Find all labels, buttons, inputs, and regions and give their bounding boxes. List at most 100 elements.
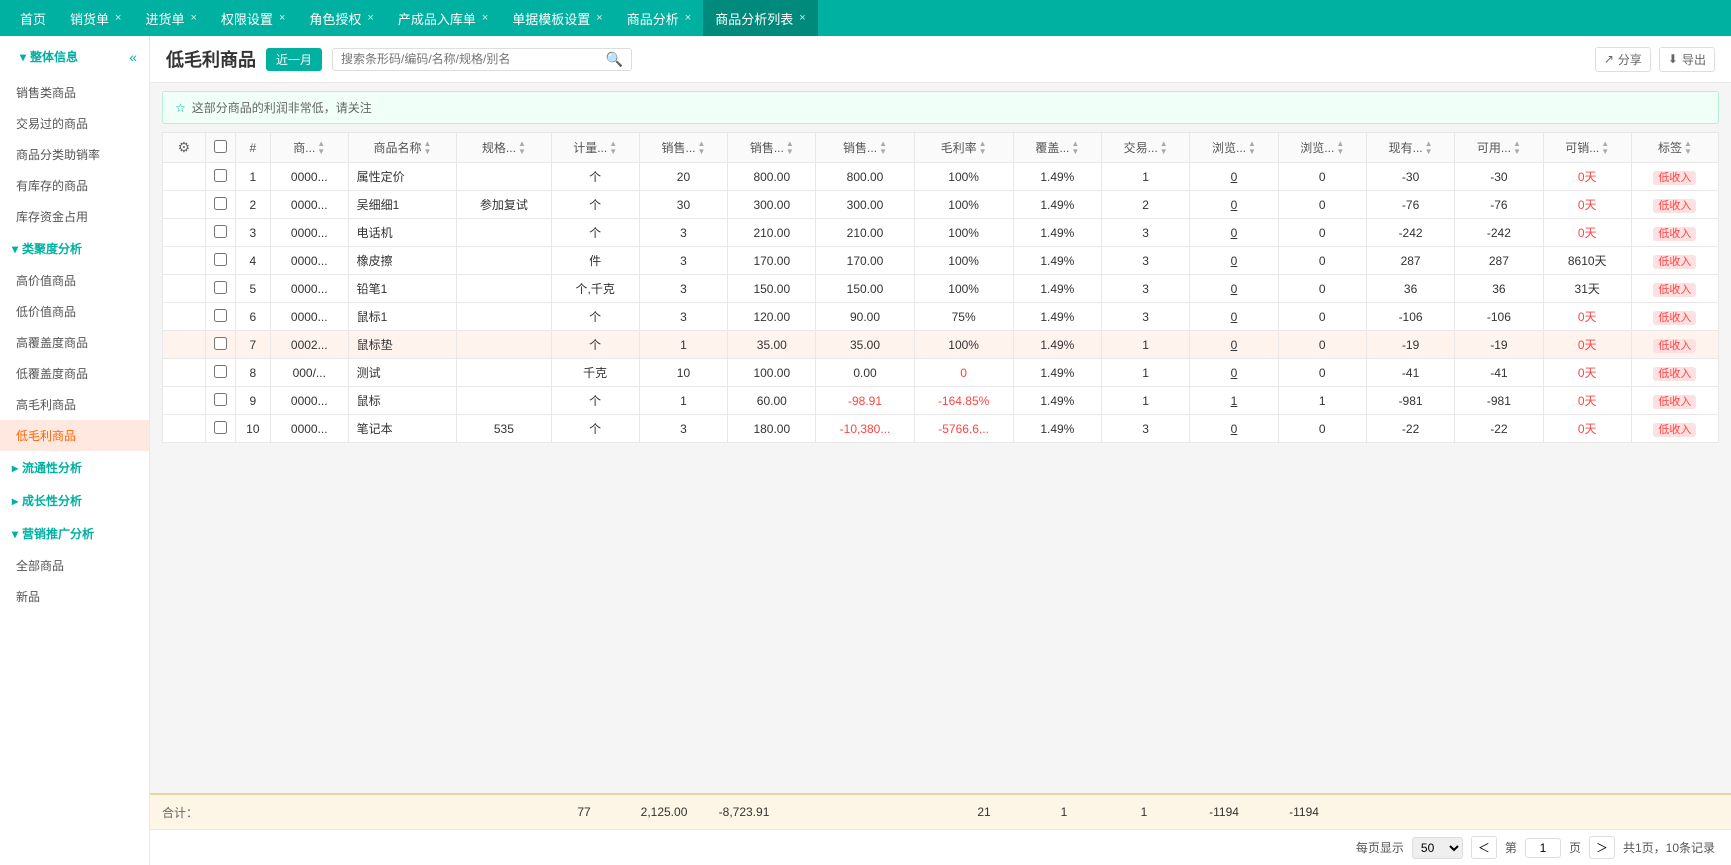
row-checkbox[interactable] <box>214 281 227 294</box>
cell-views1[interactable]: 0 <box>1190 219 1278 247</box>
export-button[interactable]: ⬇ 导出 <box>1659 47 1715 72</box>
sidebar-item-high-value[interactable]: 高价值商品 <box>0 265 149 296</box>
col-coverage[interactable]: 覆盖... ▲▼ <box>1013 133 1101 163</box>
col-sales-qty[interactable]: 销售... ▲▼ <box>639 133 727 163</box>
col-saleable[interactable]: 可销... ▲▼ <box>1543 133 1631 163</box>
cell-views1[interactable]: 0 <box>1190 415 1278 443</box>
col-sales-price[interactable]: 销售... ▲▼ <box>728 133 816 163</box>
cell-views1[interactable]: 0 <box>1190 163 1278 191</box>
close-analysis-list-icon[interactable]: × <box>799 12 805 24</box>
sidebar-item-low-coverage[interactable]: 低覆盖度商品 <box>0 358 149 389</box>
col-available[interactable]: 可用... ▲▼ <box>1455 133 1543 163</box>
row-checkbox[interactable] <box>214 309 227 322</box>
col-name[interactable]: 商品名称 ▲▼ <box>348 133 457 163</box>
cell-views1[interactable]: 0 <box>1190 191 1278 219</box>
sidebar-item-sales-products[interactable]: 销售类商品 <box>0 77 149 108</box>
nav-role-auth[interactable]: 角色授权 × <box>297 0 385 36</box>
sidebar-item-high-margin[interactable]: 高毛利商品 <box>0 389 149 420</box>
next-page-button[interactable]: ＞ <box>1589 836 1615 859</box>
col-tag[interactable]: 标签 ▲▼ <box>1631 133 1718 163</box>
cell-name[interactable]: 吴细细1 <box>348 191 457 219</box>
cell-name[interactable]: 测试 <box>348 359 457 387</box>
table-container[interactable]: ⚙ # 商... ▲▼ <box>162 132 1719 793</box>
select-all-checkbox[interactable] <box>214 140 227 153</box>
nav-product-warehouse[interactable]: 产成品入库单 × <box>386 0 500 36</box>
views1-link[interactable]: 0 <box>1231 282 1238 296</box>
row-checkbox[interactable] <box>214 253 227 266</box>
sidebar-collapse-button[interactable]: « <box>125 45 141 69</box>
nav-permission-settings[interactable]: 权限设置 × <box>209 0 297 36</box>
cell-name[interactable]: 鼠标1 <box>348 303 457 331</box>
cell-name[interactable]: 橡皮擦 <box>348 247 457 275</box>
cell-views1[interactable]: 0 <box>1190 331 1278 359</box>
close-role-auth-icon[interactable]: × <box>367 12 373 24</box>
col-transactions[interactable]: 交易... ▲▼ <box>1101 133 1189 163</box>
views1-link[interactable]: 0 <box>1231 198 1238 212</box>
col-spec[interactable]: 规格... ▲▼ <box>457 133 551 163</box>
col-code[interactable]: 商... ▲▼ <box>270 133 348 163</box>
views1-link[interactable]: 0 <box>1231 366 1238 380</box>
sidebar-item-low-margin[interactable]: 低毛利商品 <box>0 420 149 451</box>
close-permission-icon[interactable]: × <box>279 12 285 24</box>
sidebar-item-all-products[interactable]: 全部商品 <box>0 550 149 581</box>
col-current-stock[interactable]: 现有... ▲▼ <box>1366 133 1454 163</box>
cell-name[interactable]: 电话机 <box>348 219 457 247</box>
cell-views1[interactable]: 1 <box>1190 387 1278 415</box>
cell-views1[interactable]: 0 <box>1190 359 1278 387</box>
cell-name[interactable]: 笔记本 <box>348 415 457 443</box>
views1-link[interactable]: 0 <box>1231 310 1238 324</box>
views1-link[interactable]: 0 <box>1231 254 1238 268</box>
cell-views1[interactable]: 0 <box>1190 303 1278 331</box>
close-sales-order-icon[interactable]: × <box>115 12 121 24</box>
col-views2[interactable]: 浏览... ▲▼ <box>1278 133 1366 163</box>
row-checkbox[interactable] <box>214 337 227 350</box>
prev-page-button[interactable]: ＜ <box>1471 836 1497 859</box>
page-size-select[interactable]: 50 100 200 <box>1412 837 1463 859</box>
close-analysis-icon[interactable]: × <box>685 12 691 24</box>
sidebar-item-high-coverage[interactable]: 高覆盖度商品 <box>0 327 149 358</box>
col-views1[interactable]: 浏览... ▲▼ <box>1190 133 1278 163</box>
row-checkbox[interactable] <box>214 197 227 210</box>
row-checkbox[interactable] <box>214 169 227 182</box>
nav-product-analysis[interactable]: 商品分析 × <box>615 0 703 36</box>
time-filter-button[interactable]: 近一月 <box>266 48 322 71</box>
row-checkbox[interactable] <box>214 421 227 434</box>
cell-name[interactable]: 鼠标垫 <box>348 331 457 359</box>
sidebar-item-category-rate[interactable]: 商品分类助销率 <box>0 139 149 170</box>
close-template-icon[interactable]: × <box>596 12 602 24</box>
col-sales-profit[interactable]: 销售... ▲▼ <box>816 133 914 163</box>
close-purchase-order-icon[interactable]: × <box>190 12 196 24</box>
nav-analysis-list[interactable]: 商品分析列表 × <box>703 0 817 36</box>
nav-home[interactable]: 首页 <box>8 0 58 36</box>
cell-views1[interactable]: 0 <box>1190 275 1278 303</box>
sidebar-item-traded-products[interactable]: 交易过的商品 <box>0 108 149 139</box>
views1-link[interactable]: 1 <box>1231 394 1238 408</box>
col-settings[interactable]: ⚙ <box>163 133 206 163</box>
views1-link[interactable]: 0 <box>1231 226 1238 240</box>
sidebar-item-capital[interactable]: 库存资金占用 <box>0 201 149 232</box>
cell-unit: 个,千克 <box>551 275 639 303</box>
share-button[interactable]: ↗ 分享 <box>1595 47 1651 72</box>
views1-link[interactable]: 0 <box>1231 422 1238 436</box>
sidebar-item-in-stock[interactable]: 有库存的商品 <box>0 170 149 201</box>
nav-sales-order[interactable]: 销货单 × <box>58 0 133 36</box>
page-number-input[interactable] <box>1525 838 1561 858</box>
settings-icon[interactable]: ⚙ <box>178 139 191 155</box>
row-checkbox[interactable] <box>214 393 227 406</box>
search-input[interactable] <box>341 52 602 66</box>
cell-name[interactable]: 鼠标 <box>348 387 457 415</box>
row-checkbox[interactable] <box>214 225 227 238</box>
sidebar-item-new-products[interactable]: 新品 <box>0 581 149 612</box>
col-gross-margin[interactable]: 毛利率 ▲▼ <box>914 133 1013 163</box>
nav-purchase-order[interactable]: 进货单 × <box>133 0 208 36</box>
cell-name[interactable]: 属性定价 <box>348 163 457 191</box>
row-checkbox[interactable] <box>214 365 227 378</box>
nav-template-settings[interactable]: 单据模板设置 × <box>500 0 614 36</box>
sidebar-item-low-value[interactable]: 低价值商品 <box>0 296 149 327</box>
col-unit[interactable]: 计量... ▲▼ <box>551 133 639 163</box>
views1-link[interactable]: 0 <box>1231 170 1238 184</box>
cell-views1[interactable]: 0 <box>1190 247 1278 275</box>
views1-link[interactable]: 0 <box>1231 338 1238 352</box>
close-product-warehouse-icon[interactable]: × <box>482 12 488 24</box>
cell-name[interactable]: 铅笔1 <box>348 275 457 303</box>
